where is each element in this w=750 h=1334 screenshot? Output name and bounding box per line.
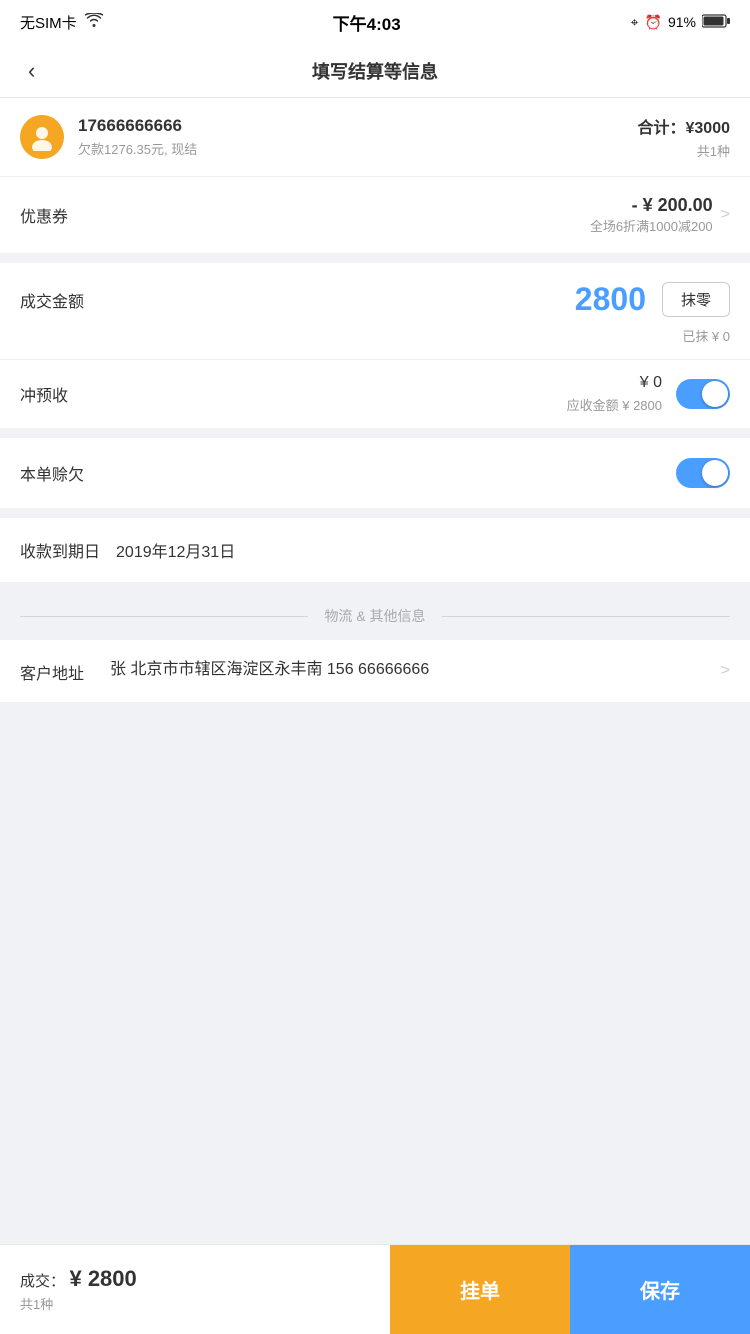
customer-right: 合计：¥3000 共1种 <box>638 114 731 160</box>
divider-line-left <box>20 616 308 617</box>
debt-toggle-knob <box>702 460 728 486</box>
logistics-label: 物流 & 其他信息 <box>308 606 441 626</box>
prepay-amount: ¥ 0 <box>567 374 662 392</box>
address-label: 客户地址 <box>20 658 100 684</box>
prepay-row: 冲预收 ¥ 0 应收金额 ¥ 2800 <box>0 359 750 428</box>
status-time: 下午4:03 <box>333 10 401 35</box>
bottom-deal-label: 成交： <box>20 1273 65 1290</box>
address-chevron-icon: > <box>721 658 730 680</box>
prepay-label: 冲预收 <box>20 382 68 406</box>
deal-sub: 已抹 ¥ 0 <box>0 326 750 359</box>
hang-button[interactable]: 挂单 <box>390 1245 570 1334</box>
prepay-sub: 应收金额 ¥ 2800 <box>567 395 662 414</box>
logistics-divider: 物流 & 其他信息 <box>0 592 750 640</box>
round-zero-button[interactable]: 抹零 <box>662 282 730 317</box>
prepay-values: ¥ 0 应收金额 ¥ 2800 <box>567 374 662 414</box>
alarm-icon: ⏰ <box>645 14 662 31</box>
coupon-label: 优惠券 <box>20 203 68 227</box>
due-date-label: 收款到期日 <box>20 538 100 562</box>
address-value: 张 北京市市辖区海淀区永丰南 156 66666666 <box>100 658 721 682</box>
deal-amount-value: 2800 <box>575 281 646 318</box>
address-row[interactable]: 客户地址 张 北京市市辖区海淀区永丰南 156 66666666 > <box>0 640 750 702</box>
divider-line-right <box>442 616 730 617</box>
debt-label: 本单赊欠 <box>20 461 84 485</box>
bottom-count: 共1种 <box>20 1294 370 1313</box>
coupon-amount: - ¥ 200.00 <box>590 195 713 216</box>
content-area: 17666666666 欠款1276.35元, 现结 合计：¥3000 共1种 … <box>0 98 750 982</box>
coupon-chevron-icon: > <box>721 206 730 224</box>
avatar <box>20 115 64 159</box>
debt-toggle[interactable] <box>676 458 730 488</box>
customer-sub: 欠款1276.35元, 现结 <box>78 139 197 158</box>
debt-row: 本单赊欠 <box>0 438 750 508</box>
nav-bar: ‹ 填写结算等信息 <box>0 44 750 98</box>
battery-icon <box>702 14 730 31</box>
toggle-knob <box>702 381 728 407</box>
prepay-toggle[interactable] <box>676 379 730 409</box>
total-count: 共1种 <box>638 141 731 160</box>
coupon-row[interactable]: 优惠券 - ¥ 200.00 全场6折满1000减200 > <box>0 176 750 253</box>
deal-label: 成交金额 <box>20 288 84 312</box>
save-button[interactable]: 保存 <box>570 1245 750 1334</box>
coupon-desc: 全场6折满1000减200 <box>590 216 713 235</box>
deal-right: 2800 抹零 <box>575 281 730 318</box>
bottom-bar: 成交： ¥ 2800 共1种 挂单 保存 <box>0 1244 750 1334</box>
back-button[interactable]: ‹ <box>20 50 43 92</box>
prepay-right: ¥ 0 应收金额 ¥ 2800 <box>567 374 730 414</box>
wifi-icon <box>85 13 103 31</box>
customer-info: 17666666666 欠款1276.35元, 现结 <box>78 116 197 158</box>
bottom-deal-amount: ¥ 2800 <box>69 1266 136 1291</box>
deal-section: 成交金额 2800 抹零 已抹 ¥ 0 冲预收 ¥ 0 应收金额 ¥ 2800 <box>0 263 750 428</box>
no-sim-text: 无SIM卡 <box>20 12 77 33</box>
bottom-summary: 成交： ¥ 2800 共1种 <box>0 1266 390 1313</box>
bottom-deal-row: 成交： ¥ 2800 <box>20 1266 370 1292</box>
status-left: 无SIM卡 <box>20 12 103 33</box>
location-icon: ⌖ <box>631 14 639 31</box>
status-bar: 无SIM卡 下午4:03 ⌖ ⏰ 91% <box>0 0 750 44</box>
battery-text: 91% <box>668 14 696 30</box>
due-date-value: 2019年12月31日 <box>116 538 235 562</box>
due-date-row: 收款到期日 2019年12月31日 <box>0 518 750 582</box>
customer-row: 17666666666 欠款1276.35元, 现结 合计：¥3000 共1种 <box>0 98 750 176</box>
deal-row: 成交金额 2800 抹零 <box>0 263 750 326</box>
status-right: ⌖ ⏰ 91% <box>631 14 730 31</box>
customer-left: 17666666666 欠款1276.35元, 现结 <box>20 115 197 159</box>
customer-card: 17666666666 欠款1276.35元, 现结 合计：¥3000 共1种 … <box>0 98 750 253</box>
bottom-actions: 挂单 保存 <box>390 1245 750 1334</box>
gray-spacer <box>0 712 750 892</box>
page-title: 填写结算等信息 <box>312 58 438 84</box>
total-amount: 合计：¥3000 <box>638 114 731 138</box>
coupon-right: - ¥ 200.00 全场6折满1000减200 > <box>590 195 730 235</box>
customer-phone: 17666666666 <box>78 116 197 136</box>
